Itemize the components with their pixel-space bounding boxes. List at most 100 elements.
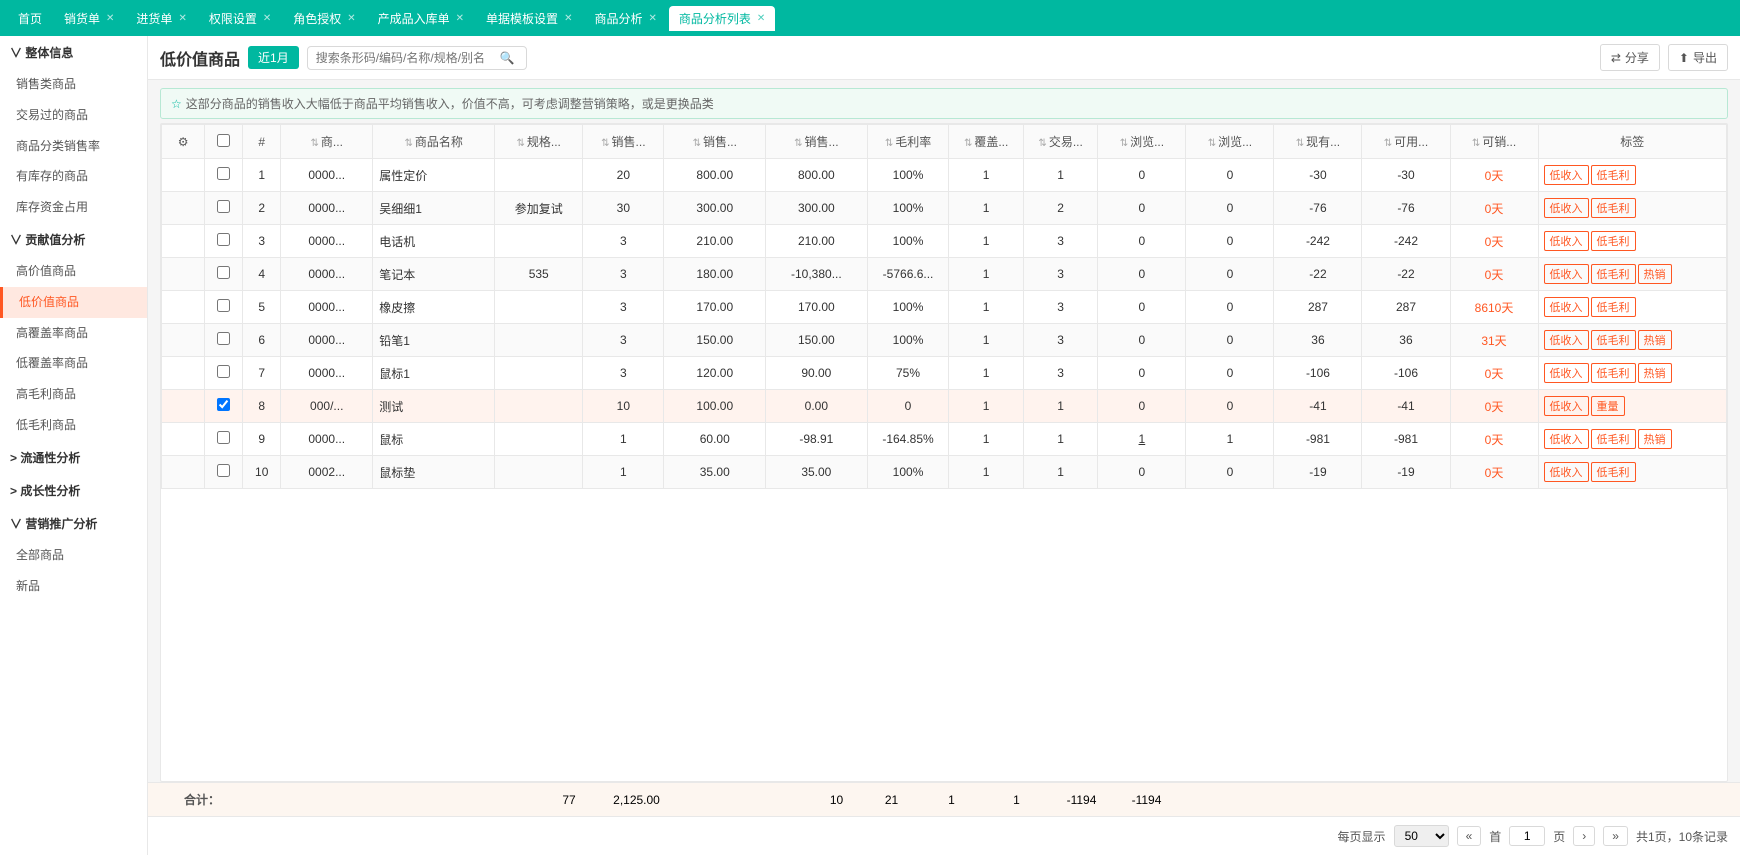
- col-code-header[interactable]: ⇅商...: [281, 125, 373, 159]
- row-checkbox[interactable]: [217, 431, 230, 444]
- check-cell[interactable]: [205, 390, 243, 423]
- search-input[interactable]: [316, 51, 496, 65]
- search-icon[interactable]: 🔍: [500, 51, 515, 65]
- page-size-select[interactable]: 50 100 200: [1394, 825, 1449, 847]
- check-cell[interactable]: [205, 192, 243, 225]
- check-cell[interactable]: [205, 258, 243, 291]
- filter-recent-month-btn[interactable]: 近1月: [248, 46, 299, 69]
- col-name-header[interactable]: ⇅商品名称: [373, 125, 495, 159]
- next-page-btn[interactable]: ›: [1573, 826, 1595, 846]
- share-button[interactable]: ⇄ 分享: [1600, 44, 1660, 71]
- nav-template[interactable]: 单据模板设置 ✕: [476, 6, 582, 31]
- sidebar-group-marketing[interactable]: ∨ 营销推广分析: [0, 507, 147, 540]
- sidebar-item-high-value[interactable]: 高价值商品: [0, 256, 147, 287]
- sidebar-item-stock-goods[interactable]: 有库存的商品: [0, 161, 147, 192]
- sidebar-group-contribution[interactable]: ∨ 贡献值分析: [0, 223, 147, 256]
- row-checkbox[interactable]: [217, 464, 230, 477]
- export-button[interactable]: ⬆ 导出: [1668, 44, 1728, 71]
- settings-cell: [162, 456, 205, 489]
- check-cell[interactable]: [205, 456, 243, 489]
- sidebar-item-low-value[interactable]: 低价值商品: [0, 287, 147, 318]
- sidebar-item-low-coverage[interactable]: 低覆盖率商品: [0, 348, 147, 379]
- browse2-cell: 0: [1186, 291, 1274, 324]
- check-cell[interactable]: [205, 324, 243, 357]
- check-cell[interactable]: [205, 291, 243, 324]
- s3-cell: 150.00: [766, 324, 868, 357]
- sidebar-item-stock-capital[interactable]: 库存资金占用: [0, 192, 147, 223]
- close-icon[interactable]: ✕: [263, 13, 271, 24]
- close-icon[interactable]: ✕: [178, 13, 186, 24]
- row-checkbox[interactable]: [217, 398, 230, 411]
- row-checkbox[interactable]: [217, 332, 230, 345]
- sidebar-item-low-margin[interactable]: 低毛利商品: [0, 410, 147, 441]
- check-cell[interactable]: [205, 159, 243, 192]
- row-checkbox[interactable]: [217, 266, 230, 279]
- col-cover-header[interactable]: ⇅覆盖...: [949, 125, 1023, 159]
- nav-home[interactable]: 首页: [8, 6, 52, 31]
- tag-label: 低毛利: [1591, 297, 1636, 317]
- col-margin-header[interactable]: ⇅毛利率: [867, 125, 949, 159]
- sidebar-group-overall[interactable]: ∨ 整体信息: [0, 36, 147, 69]
- nav-purchase[interactable]: 进货单 ✕: [126, 6, 196, 31]
- s3-cell: 170.00: [766, 291, 868, 324]
- check-cell[interactable]: [205, 423, 243, 456]
- col-spec-header[interactable]: ⇅规格...: [495, 125, 583, 159]
- col-check-all[interactable]: [205, 125, 243, 159]
- col-trade-header[interactable]: ⇅交易...: [1023, 125, 1097, 159]
- row-checkbox[interactable]: [217, 365, 230, 378]
- close-icon[interactable]: ✕: [106, 13, 114, 24]
- sidebar-item-new-goods[interactable]: 新品: [0, 571, 147, 602]
- nav-sales[interactable]: 销货单 ✕: [54, 6, 124, 31]
- nav-permission[interactable]: 权限设置 ✕: [199, 6, 281, 31]
- tag-label: 低收入: [1544, 198, 1589, 218]
- col-browse2-header[interactable]: ⇅浏览...: [1186, 125, 1274, 159]
- sidebar-group-liquidity[interactable]: > 流通性分析: [0, 441, 147, 474]
- col-sale1-header[interactable]: ⇅销售...: [583, 125, 664, 159]
- check-cell[interactable]: [205, 225, 243, 258]
- row-checkbox[interactable]: [217, 167, 230, 180]
- col-stock3-header[interactable]: ⇅可销...: [1450, 125, 1538, 159]
- col-sale2-header[interactable]: ⇅销售...: [664, 125, 766, 159]
- col-browse1-header[interactable]: ⇅浏览...: [1098, 125, 1186, 159]
- tag-hot: 热销: [1638, 264, 1672, 284]
- sidebar-group-growth[interactable]: > 成长性分析: [0, 474, 147, 507]
- check-cell[interactable]: [205, 357, 243, 390]
- nav-inbound[interactable]: 产成品入库单 ✕: [368, 6, 474, 31]
- code-cell: 0000...: [281, 291, 373, 324]
- check-all-input[interactable]: [217, 134, 230, 147]
- nav-analysis-list[interactable]: 商品分析列表 ✕: [669, 6, 775, 31]
- sidebar-item-sales-goods[interactable]: 销售类商品: [0, 69, 147, 100]
- row-checkbox[interactable]: [217, 299, 230, 312]
- col-sale3-header[interactable]: ⇅销售...: [766, 125, 868, 159]
- close-icon[interactable]: ✕: [648, 13, 656, 24]
- close-icon[interactable]: ✕: [456, 13, 464, 24]
- tag-label: 低收入: [1544, 297, 1589, 317]
- row-checkbox[interactable]: [217, 233, 230, 246]
- tag-label: 低毛利: [1591, 198, 1636, 218]
- sidebar-item-category-rate[interactable]: 商品分类销售率: [0, 131, 147, 162]
- sidebar-item-all-goods[interactable]: 全部商品: [0, 540, 147, 571]
- s1-cell: 3: [583, 225, 664, 258]
- close-icon[interactable]: ✕: [564, 13, 572, 24]
- last-page-btn[interactable]: »: [1603, 826, 1628, 846]
- nav-role[interactable]: 角色授权 ✕: [283, 6, 365, 31]
- close-icon[interactable]: ✕: [347, 13, 355, 24]
- first-page-btn[interactable]: «: [1457, 826, 1482, 846]
- page-input[interactable]: [1509, 826, 1545, 846]
- browse1-link[interactable]: 1: [1139, 432, 1146, 446]
- tag-hot: 热销: [1638, 429, 1672, 449]
- nav-analysis[interactable]: 商品分析 ✕: [584, 6, 666, 31]
- days-cell: 0天: [1450, 159, 1538, 192]
- close-icon[interactable]: ✕: [757, 13, 765, 24]
- col-settings[interactable]: ⚙: [162, 125, 205, 159]
- stock2-cell: -76: [1362, 192, 1450, 225]
- sidebar-item-high-margin[interactable]: 高毛利商品: [0, 379, 147, 410]
- row-checkbox[interactable]: [217, 200, 230, 213]
- sidebar-item-high-coverage[interactable]: 高覆盖率商品: [0, 318, 147, 349]
- table-row: 1 0000... 属性定价 20 800.00 800.00 100% 1 1…: [162, 159, 1727, 192]
- col-stock2-header[interactable]: ⇅可用...: [1362, 125, 1450, 159]
- code-cell: 0002...: [281, 456, 373, 489]
- num-cell: 10: [243, 456, 281, 489]
- sidebar-item-traded-goods[interactable]: 交易过的商品: [0, 100, 147, 131]
- col-stock1-header[interactable]: ⇅现有...: [1274, 125, 1362, 159]
